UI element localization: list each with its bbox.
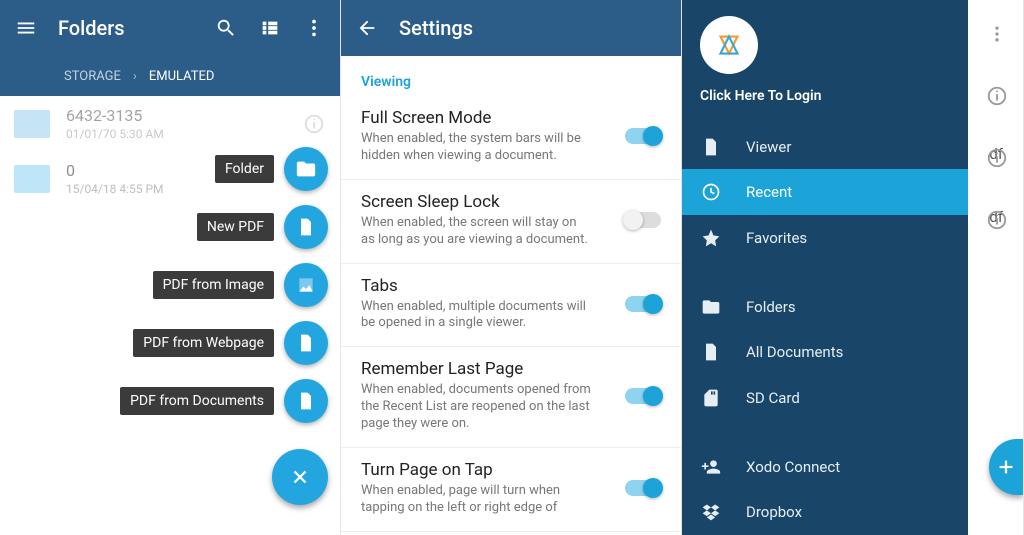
setting-title: Screen Sleep Lock xyxy=(361,192,611,212)
toggle-switch[interactable] xyxy=(625,296,661,312)
setting-title: Turn Page on Tap xyxy=(361,460,611,480)
drawer-item-sdcard[interactable]: SD Card xyxy=(682,375,968,420)
section-header: Viewing xyxy=(341,56,681,96)
setting-remember-page[interactable]: Remember Last Page When enabled, documen… xyxy=(341,347,681,448)
drawer-item-favorites[interactable]: Favorites xyxy=(682,215,968,260)
view-mode-icon[interactable] xyxy=(258,16,282,40)
personadd-icon xyxy=(700,455,722,479)
chevron-right-icon: › xyxy=(133,69,137,84)
more-icon[interactable] xyxy=(985,22,1009,46)
folder-date: 01/01/70 5:30 AM xyxy=(66,127,286,141)
drawer-item-dropbox[interactable]: Dropbox xyxy=(682,490,968,535)
setting-desc: When enabled, documents opened from the … xyxy=(361,382,591,433)
fab-item-pdf-image[interactable]: PDF from Image xyxy=(153,263,328,307)
image-icon[interactable] xyxy=(284,263,328,307)
drawer-label: Viewer xyxy=(746,138,791,156)
toggle-switch[interactable] xyxy=(625,388,661,404)
breadcrumb[interactable]: STORAGE › EMULATED xyxy=(0,56,340,96)
appbar: Folders xyxy=(0,0,340,56)
more-icon[interactable] xyxy=(302,16,326,40)
drawer-label: Favorites xyxy=(746,229,807,247)
fab-label: New PDF xyxy=(197,213,274,241)
navigation-drawer: Click Here To Login Viewer Recent Favori… xyxy=(682,0,968,535)
drawer-label: Recent xyxy=(746,183,792,201)
page-title: Settings xyxy=(399,16,667,40)
drawer-header: Click Here To Login xyxy=(682,0,968,124)
toggle-switch[interactable] xyxy=(625,212,661,228)
setting-full-screen[interactable]: Full Screen Mode When enabled, the syste… xyxy=(341,96,681,180)
setting-desc: When enabled, multiple documents will be… xyxy=(361,299,591,333)
folder-icon xyxy=(14,110,50,138)
folder-icon[interactable] xyxy=(284,147,328,191)
star-icon xyxy=(700,226,722,250)
search-icon[interactable] xyxy=(214,16,238,40)
dropbox-icon xyxy=(700,500,722,524)
setting-title: Remember Last Page xyxy=(361,359,611,379)
setting-title: Tabs xyxy=(361,276,611,296)
fab-item-pdf-documents[interactable]: PDF from Documents xyxy=(120,379,328,423)
toggle-switch[interactable] xyxy=(625,128,661,144)
menu-icon[interactable] xyxy=(14,16,38,40)
setting-sleep-lock[interactable]: Screen Sleep Lock When enabled, the scre… xyxy=(341,180,681,264)
drawer-item-xodo-connect[interactable]: Xodo Connect xyxy=(682,444,968,489)
info-icon[interactable] xyxy=(985,146,1009,170)
sdcard-icon xyxy=(700,386,722,410)
setting-desc: When enabled, the system bars will be hi… xyxy=(361,131,591,165)
drawer-label: Folders xyxy=(746,298,796,316)
page-title: Folders xyxy=(58,16,194,40)
setting-turn-page-tap[interactable]: Turn Page on Tap When enabled, page will… xyxy=(341,448,681,532)
fab-label: PDF from Image xyxy=(153,271,274,299)
file-icon xyxy=(700,340,722,364)
toggle-switch[interactable] xyxy=(625,480,661,496)
app-logo xyxy=(700,16,758,74)
background-content: df df xyxy=(968,0,1023,535)
breadcrumb-current[interactable]: EMULATED xyxy=(149,69,215,84)
fab-close-button[interactable] xyxy=(272,449,328,505)
setting-desc: When enabled, page will turn when tappin… xyxy=(361,483,591,517)
file-icon[interactable] xyxy=(284,321,328,365)
drawer-label: SD Card xyxy=(746,389,800,407)
drawer-item-recent[interactable]: Recent xyxy=(682,169,968,214)
drawer-label: Xodo Connect xyxy=(746,458,840,476)
clock-icon xyxy=(700,180,722,204)
file-icon[interactable] xyxy=(284,205,328,249)
setting-desc: When enabled, the screen will stay on as… xyxy=(361,215,591,249)
back-icon[interactable] xyxy=(355,16,379,40)
fab-label: PDF from Documents xyxy=(120,387,274,415)
login-link[interactable]: Click Here To Login xyxy=(700,88,950,104)
fab-item-pdf-webpage[interactable]: PDF from Webpage xyxy=(133,321,328,365)
fab-menu: Folder New PDF PDF from Image PDF from W… xyxy=(120,147,328,505)
file-icon[interactable] xyxy=(284,379,328,423)
folder-name: 6432-3135 xyxy=(66,106,286,125)
fab-item-folder[interactable]: Folder xyxy=(215,147,328,191)
appbar: Settings xyxy=(341,0,681,56)
drawer-item-all-docs[interactable]: All Documents xyxy=(682,330,968,375)
setting-tabs[interactable]: Tabs When enabled, multiple documents wi… xyxy=(341,264,681,348)
fab-label: Folder xyxy=(215,155,274,183)
breadcrumb-root[interactable]: STORAGE xyxy=(64,69,121,84)
info-icon[interactable] xyxy=(985,84,1009,108)
drawer-item-folders[interactable]: Folders xyxy=(682,284,968,329)
setting-title: Full Screen Mode xyxy=(361,108,611,128)
drawer-label: Dropbox xyxy=(746,503,802,521)
drawer-item-viewer[interactable]: Viewer xyxy=(682,124,968,169)
folder-icon xyxy=(14,165,50,193)
info-icon[interactable] xyxy=(985,208,1009,232)
fab-add-button[interactable] xyxy=(989,439,1023,495)
drawer-label: All Documents xyxy=(746,343,843,361)
info-icon[interactable] xyxy=(302,112,326,136)
fab-item-new-pdf[interactable]: New PDF xyxy=(197,205,328,249)
folder-row[interactable]: 6432-3135 01/01/70 5:30 AM xyxy=(0,96,340,151)
file-icon xyxy=(700,135,722,159)
folder-icon xyxy=(700,295,722,319)
fab-label: PDF from Webpage xyxy=(133,329,274,357)
